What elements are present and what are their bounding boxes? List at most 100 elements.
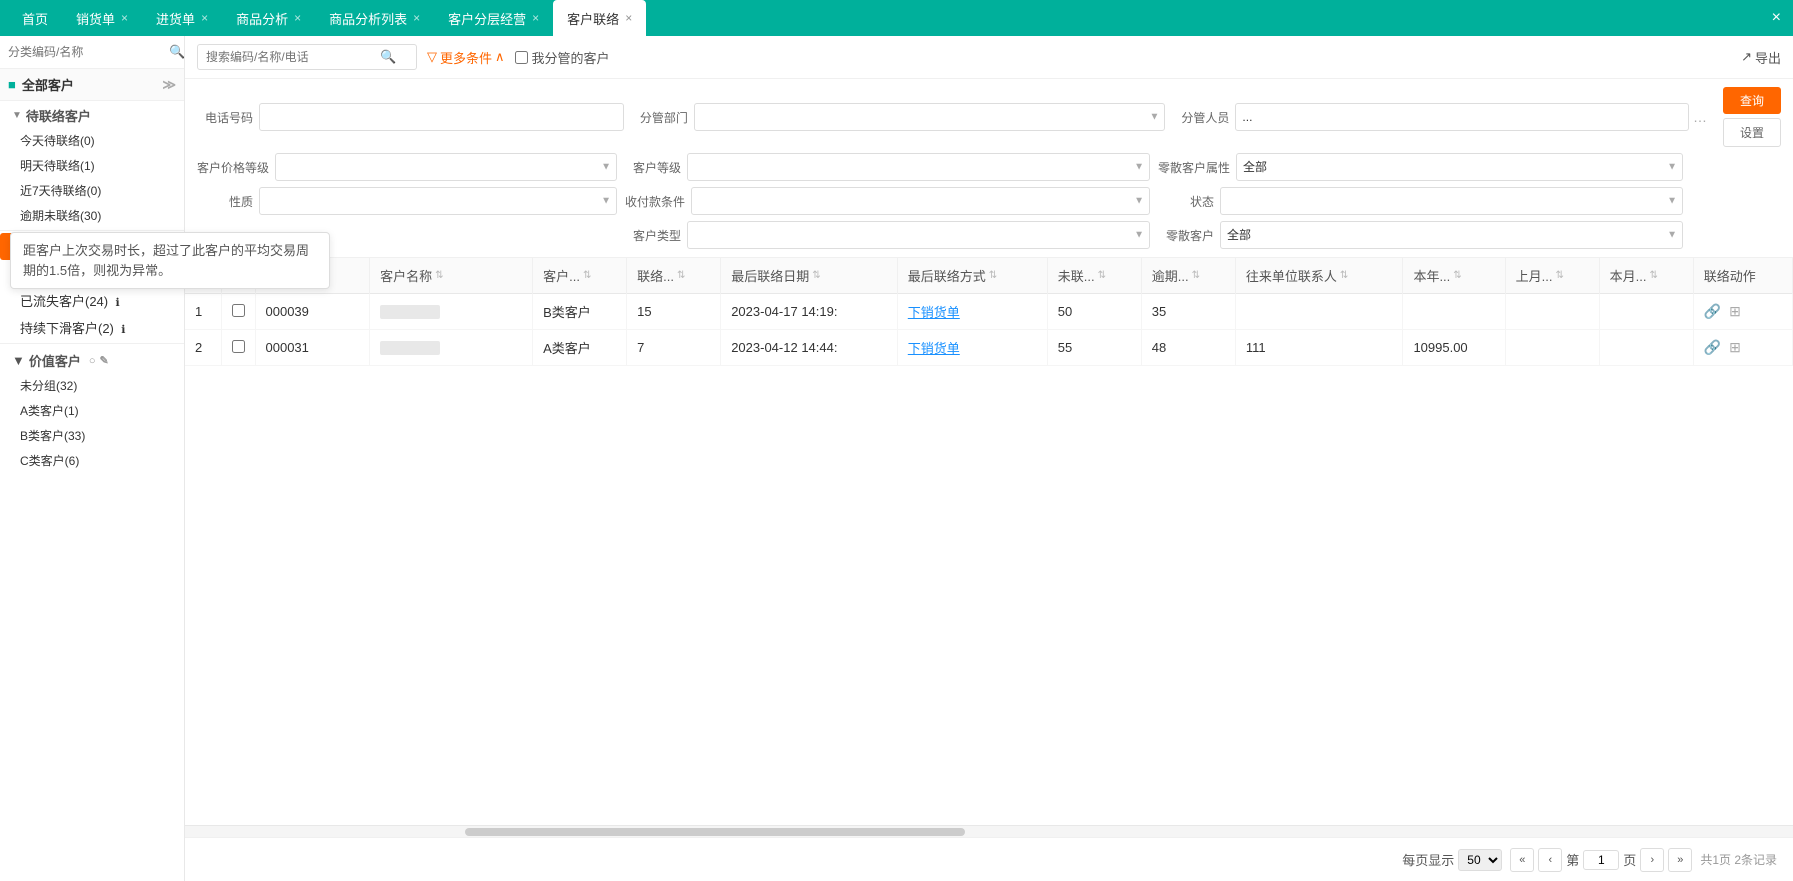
sort-icon-last-month[interactable]: ⇅ [1555,270,1563,281]
last-page-button[interactable]: » [1668,848,1692,872]
manager-more-icon[interactable]: … [1693,109,1707,125]
sidebar-item-decline[interactable]: 持续下滑客户(2) ℹ [0,314,184,341]
search-input[interactable] [206,50,376,64]
sidebar-item-today[interactable]: 今天待联络(0) [0,128,184,153]
more-conditions-btn[interactable]: ▽ 更多条件 ∧ [427,48,505,67]
close-purchase-tab[interactable]: × [201,11,208,25]
filter-bar: 🔍 ▽ 更多条件 ∧ 我分管的客户 ↗ 导出 [185,36,1793,79]
row1-select-checkbox[interactable] [232,304,245,317]
sidebar-search-icon[interactable]: 🔍 [169,44,185,60]
prev-page-button[interactable]: ‹ [1538,848,1562,872]
sort-icon-unit-contact[interactable]: ⇅ [1340,270,1348,281]
nature-select[interactable] [259,187,617,215]
sidebar-item-already-lost[interactable]: 已流失客户(24) ℹ [0,287,184,314]
sidebar-item-class-c[interactable]: C类客户(6) [0,448,184,473]
row1-last-method-link[interactable]: 下销货单 [908,305,960,320]
edit-icon2[interactable]: ✎ [100,354,109,367]
close-product-analysis-tab[interactable]: × [294,11,301,25]
page-number-input[interactable] [1583,850,1619,870]
page-navigation: « ‹ 第 页 › » [1510,848,1692,872]
search-icon[interactable]: 🔍 [380,49,396,65]
tab-product-analysis[interactable]: 商品分析 × [222,0,315,36]
th-this-year: 本年... ⇅ [1403,258,1505,294]
status-select[interactable] [1220,187,1683,215]
row2-checkbox [221,330,255,366]
row2-pending: 55 [1047,330,1141,366]
query-button[interactable]: 查询 [1723,87,1781,114]
retail-attr-select-wrapper: 全部 ▼ [1236,153,1683,181]
dept-select[interactable] [694,103,1166,131]
sidebar-search-area: 🔍 [0,36,184,69]
row2-name-masked [380,341,440,355]
next-page-button[interactable]: › [1640,848,1664,872]
payment-label: 收付款条件 [625,193,685,210]
per-page-select[interactable]: 50 [1458,849,1502,871]
sort-icon-contact[interactable]: ⇅ [677,270,685,281]
first-page-button[interactable]: « [1510,848,1534,872]
th-last-contact-date: 最后联络日期 ⇅ [721,258,898,294]
customer-type-select[interactable] [687,221,1150,249]
row2-link-icon[interactable]: 🔗 [1704,339,1721,356]
row2-select-checkbox[interactable] [232,340,245,353]
tab-product-analysis-list[interactable]: 商品分析列表 × [315,0,434,36]
status-label: 状态 [1158,193,1214,210]
manager-input[interactable] [1235,103,1689,131]
settings-button[interactable]: 设置 [1723,118,1781,147]
retail-customer-select[interactable]: 全部 [1220,221,1683,249]
phone-field: 电话号码 [197,103,624,131]
tab-sales[interactable]: 销货单 × [62,0,142,36]
value-customer-group-header: ▼ 价值客户 ○ ✎ [0,346,184,373]
close-sales-tab[interactable]: × [121,11,128,25]
tab-home[interactable]: 首页 [8,0,62,36]
payment-select[interactable] [691,187,1150,215]
edit-icon[interactable]: ○ [89,355,96,367]
table-header-row: ⚙ 客户编码 ⇅ 客户名称 [185,258,1793,294]
sidebar-item-class-b[interactable]: B类客户(33) [0,423,184,448]
price-grade-select[interactable] [275,153,617,181]
sort-icon-name[interactable]: ⇅ [435,270,443,281]
collapse-button[interactable]: ≫ [162,77,176,93]
window-close-button[interactable]: × [1772,9,1781,27]
sort-icon-last-date[interactable]: ⇅ [812,270,820,281]
sidebar-item-class-a[interactable]: A类客户(1) [0,398,184,423]
filter-row-3: 性质 ▼ 收付款条件 ▼ 状态 [197,187,1781,215]
close-product-analysis-list-tab[interactable]: × [413,11,420,25]
customer-type-field: 客户类型 ▼ [625,221,1150,249]
tab-purchase[interactable]: 进货单 × [142,0,222,36]
tab-customer-segment[interactable]: 客户分层经营 × [434,0,553,36]
th-this-month: 本月... ⇅ [1599,258,1693,294]
row1-link-icon[interactable]: 🔗 [1704,303,1721,320]
row2-grid-icon[interactable]: ⊞ [1729,339,1741,356]
my-customer-checkbox-label[interactable]: 我分管的客户 [515,48,610,67]
sort-icon-last-method[interactable]: ⇅ [989,270,997,281]
row1-action-icons: 🔗 ⊞ [1704,303,1782,320]
sidebar-item-ungroup[interactable]: 未分组(32) [0,373,184,398]
top-nav: 首页 销货单 × 进货单 × 商品分析 × 商品分析列表 × 客户分层经营 × … [0,0,1793,36]
tab-customer-contact[interactable]: 客户联络 × [553,0,646,36]
sort-icon-this-year[interactable]: ⇅ [1453,270,1461,281]
phone-input[interactable] [259,103,624,131]
sort-icon-pending[interactable]: ⇅ [1098,270,1106,281]
retail-attr-select[interactable]: 全部 [1236,153,1683,181]
chevron-down-icon: ∧ [495,49,505,65]
th-name: 客户名称 ⇅ [370,258,533,294]
sidebar-search-input[interactable] [8,45,163,59]
customer-grade-label: 客户等级 [625,159,681,176]
row2-last-method-link[interactable]: 下销货单 [908,341,960,356]
sort-icon-type[interactable]: ⇅ [583,270,591,281]
price-grade-label: 客户价格等级 [197,159,269,176]
sidebar-item-tomorrow[interactable]: 明天待联络(1) [0,153,184,178]
close-customer-contact-tab[interactable]: × [625,11,632,25]
sidebar-item-7days[interactable]: 近7天待联络(0) [0,178,184,203]
row2-no: 2 [185,330,221,366]
horizontal-scrollbar[interactable] [185,825,1793,837]
customer-grade-select[interactable] [687,153,1150,181]
row1-grid-icon[interactable]: ⊞ [1729,303,1741,320]
sort-icon-this-month[interactable]: ⇅ [1650,270,1658,281]
my-customer-checkbox[interactable] [515,51,528,64]
scrollbar-thumb[interactable] [465,828,965,836]
export-button[interactable]: ↗ 导出 [1741,48,1781,67]
sort-icon-overdue[interactable]: ⇅ [1192,270,1200,281]
close-customer-segment-tab[interactable]: × [532,11,539,25]
sidebar-item-overdue[interactable]: 逾期未联络(30) [0,203,184,228]
